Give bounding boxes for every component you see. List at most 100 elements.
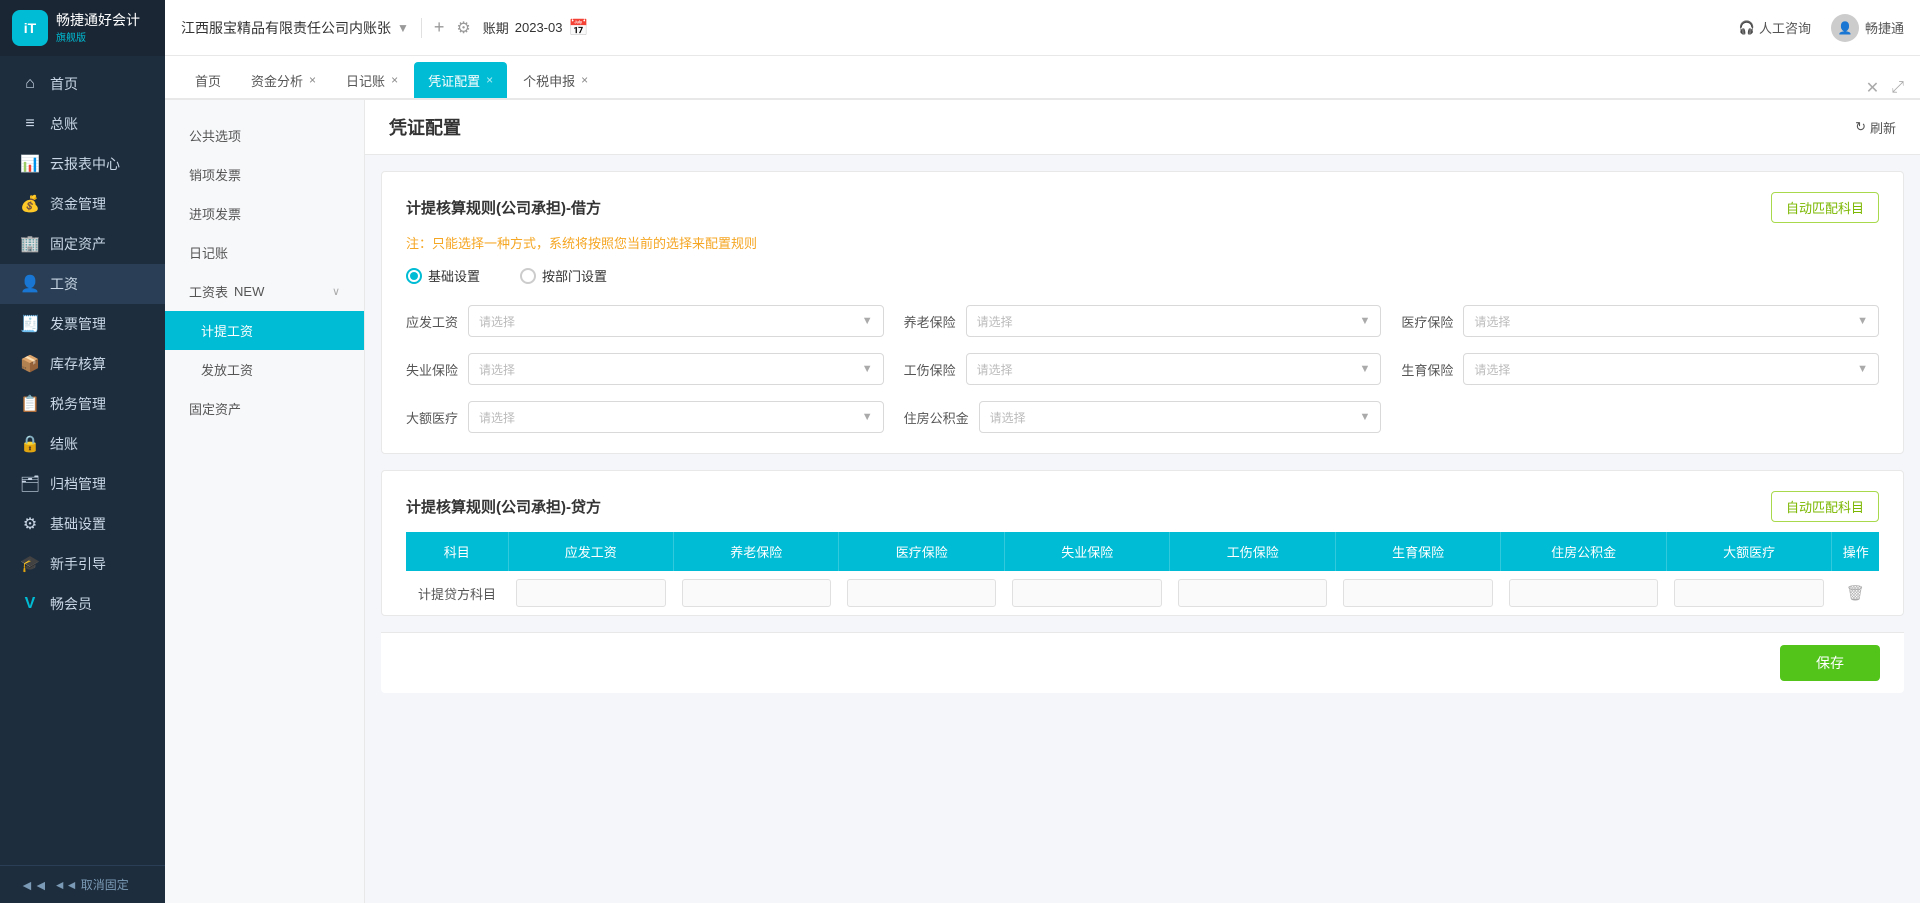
input-zhufang[interactable] [1509,579,1658,607]
credit-section-header: 计提核算规则(公司承担)-贷方 自动匹配科目 [406,491,1879,522]
tab-home[interactable]: 首页 [181,62,235,98]
tab-capital[interactable]: 资金分析 × [237,62,330,98]
input-yanglao[interactable] [682,579,831,607]
row-shengyu-input[interactable] [1335,571,1500,615]
radio-dept[interactable]: 按部门设置 [520,266,607,285]
period-label: 账期 [483,18,509,37]
yanglao-select[interactable]: 请选择 ▼ [966,305,1382,337]
shengyu-select[interactable]: 请选择 ▼ [1463,353,1879,385]
sidebar-item-tax[interactable]: 📋 税务管理 [0,384,165,424]
input-shengyu[interactable] [1343,579,1492,607]
row-dae-input[interactable] [1666,571,1831,615]
maximize-button[interactable]: ⤢ [1891,79,1904,97]
field-gongshang: 工伤保险 请选择 ▼ [904,353,1382,385]
input-shiye[interactable] [1012,579,1161,607]
sub-nav-sales[interactable]: 销项发票 [165,155,364,194]
sidebar-item-inventory[interactable]: 📦 库存核算 [0,344,165,384]
sidebar-item-archive[interactable]: 🗂 归档管理 [0,464,165,504]
radio-basic[interactable]: 基础设置 [406,266,480,285]
close-account-icon: 🔒 [20,434,40,454]
member-icon: V [20,594,40,614]
sidebar-item-guide[interactable]: 🎓 新手引导 [0,544,165,584]
gongshang-arrow: ▼ [1359,363,1370,375]
calendar-icon[interactable]: 📅 [568,18,588,38]
debit-auto-match-button[interactable]: 自动匹配科目 [1771,192,1879,223]
sub-nav-salary-children: 计提工资 发放工资 [165,311,364,389]
sidebar-item-capital[interactable]: 💰 资金管理 [0,184,165,224]
shiye-label: 失业保险 [406,360,458,379]
tab-journal-close[interactable]: × [391,73,398,87]
radio-basic-circle [406,268,422,284]
sub-nav-pay-salary[interactable]: 发放工资 [165,350,364,389]
field-shengyu: 生育保险 请选择 ▼ [1401,353,1879,385]
yiliao-select[interactable]: 请选择 ▼ [1463,305,1879,337]
row-subject-label: 计提贷方科目 [406,571,508,615]
sub-nav-calc-salary[interactable]: 计提工资 [165,311,364,350]
add-company-button[interactable]: + [434,17,445,38]
tab-tax[interactable]: 个税申报 × [509,62,602,98]
tab-voucher[interactable]: 凭证配置 × [414,62,507,98]
col-yanglao: 养老保险 [674,532,839,571]
refresh-button[interactable]: ↻ 刷新 [1855,118,1896,137]
sidebar-item-reports[interactable]: 📊 云报表中心 [0,144,165,184]
sidebar-item-salary[interactable]: 👤 工资 [0,264,165,304]
sidebar-item-invoice[interactable]: 🧾 发票管理 [0,304,165,344]
row-zhufang-input[interactable] [1501,571,1666,615]
sidebar-item-assets[interactable]: 🏢 固定资产 [0,224,165,264]
sidebar-item-close[interactable]: 🔒 结账 [0,424,165,464]
sub-nav-public[interactable]: 公共选项 [165,116,364,155]
tabbar: 首页 资金分析 × 日记账 × 凭证配置 × 个税申报 × ✕ ⤢ [165,56,1920,100]
dae-label: 大额医疗 [406,408,458,427]
sidebar-item-ledger[interactable]: ≡ 总账 [0,104,165,144]
save-button[interactable]: 保存 [1780,645,1880,681]
reports-icon: 📊 [20,154,40,174]
sidebar-item-home[interactable]: ⌂ 首页 [0,64,165,104]
delete-row-button[interactable]: 🗑 [1840,582,1871,604]
field-dae: 大额医疗 请选择 ▼ [406,401,884,433]
invoice-icon: 🧾 [20,314,40,334]
input-yiliao[interactable] [847,579,996,607]
input-gongshang[interactable] [1178,579,1327,607]
row-yanglao-input[interactable] [674,571,839,615]
row-delete[interactable]: 🗑 [1832,571,1879,615]
main-area: 江西服宝精品有限责任公司内账张 ▼ + ⚙ 账期 2023-03 📅 🎧 人工咨… [165,0,1920,903]
cancel-pin-button[interactable]: ◄◄ ◄◄ 取消固定 [0,865,165,903]
input-yingfa[interactable] [516,579,665,607]
zhufang-select[interactable]: 请选择 ▼ [979,401,1382,433]
sidebar-item-settings[interactable]: ⚙ 基础设置 [0,504,165,544]
company-selector[interactable]: 江西服宝精品有限责任公司内账张 ▼ [181,18,409,38]
tab-voucher-close[interactable]: × [486,73,493,87]
user-menu[interactable]: 👤 畅捷通 [1831,14,1904,42]
tab-journal[interactable]: 日记账 × [332,62,412,98]
ledger-icon: ≡ [20,114,40,134]
tab-capital-close[interactable]: × [309,73,316,87]
col-gongshang: 工伤保险 [1170,532,1335,571]
credit-auto-match-button[interactable]: 自动匹配科目 [1771,491,1879,522]
close-all-button[interactable]: ✕ [1866,78,1879,98]
app-name: 畅捷通好会计 [56,12,140,29]
avatar: 👤 [1831,14,1859,42]
row-gongshang-input[interactable] [1170,571,1335,615]
credit-section: 计提核算规则(公司承担)-贷方 自动匹配科目 科目 应发工资 养老保险 医疗保险… [381,470,1904,616]
logo-icon: iT [12,10,48,46]
yingfa-select[interactable]: 请选择 ▼ [468,305,884,337]
sidebar-item-member[interactable]: V 畅会员 [0,584,165,624]
sub-nav-fixed-assets[interactable]: 固定资产 [165,389,364,428]
debit-radio-group: 基础设置 按部门设置 [406,266,1879,285]
dae-select[interactable]: 请选择 ▼ [468,401,884,433]
salary-group-arrow: ∨ [332,285,340,298]
sub-nav-purchase[interactable]: 进项发票 [165,194,364,233]
row-yingfa-input[interactable] [508,571,673,615]
settings-gear-button[interactable]: ⚙ [456,18,470,38]
field-shiye: 失业保险 请选择 ▼ [406,353,884,385]
sub-nav-salary-group[interactable]: 工资表 NEW ∨ [165,272,364,311]
shiye-select[interactable]: 请选择 ▼ [468,353,884,385]
row-yiliao-input[interactable] [839,571,1004,615]
row-shiye-input[interactable] [1004,571,1169,615]
table-row: 计提贷方科目 🗑 [406,571,1879,615]
tab-tax-close[interactable]: × [581,73,588,87]
service-button[interactable]: 🎧 人工咨询 [1739,18,1811,37]
sub-nav-journal[interactable]: 日记账 [165,233,364,272]
gongshang-select[interactable]: 请选择 ▼ [966,353,1382,385]
input-dae[interactable] [1674,579,1823,607]
